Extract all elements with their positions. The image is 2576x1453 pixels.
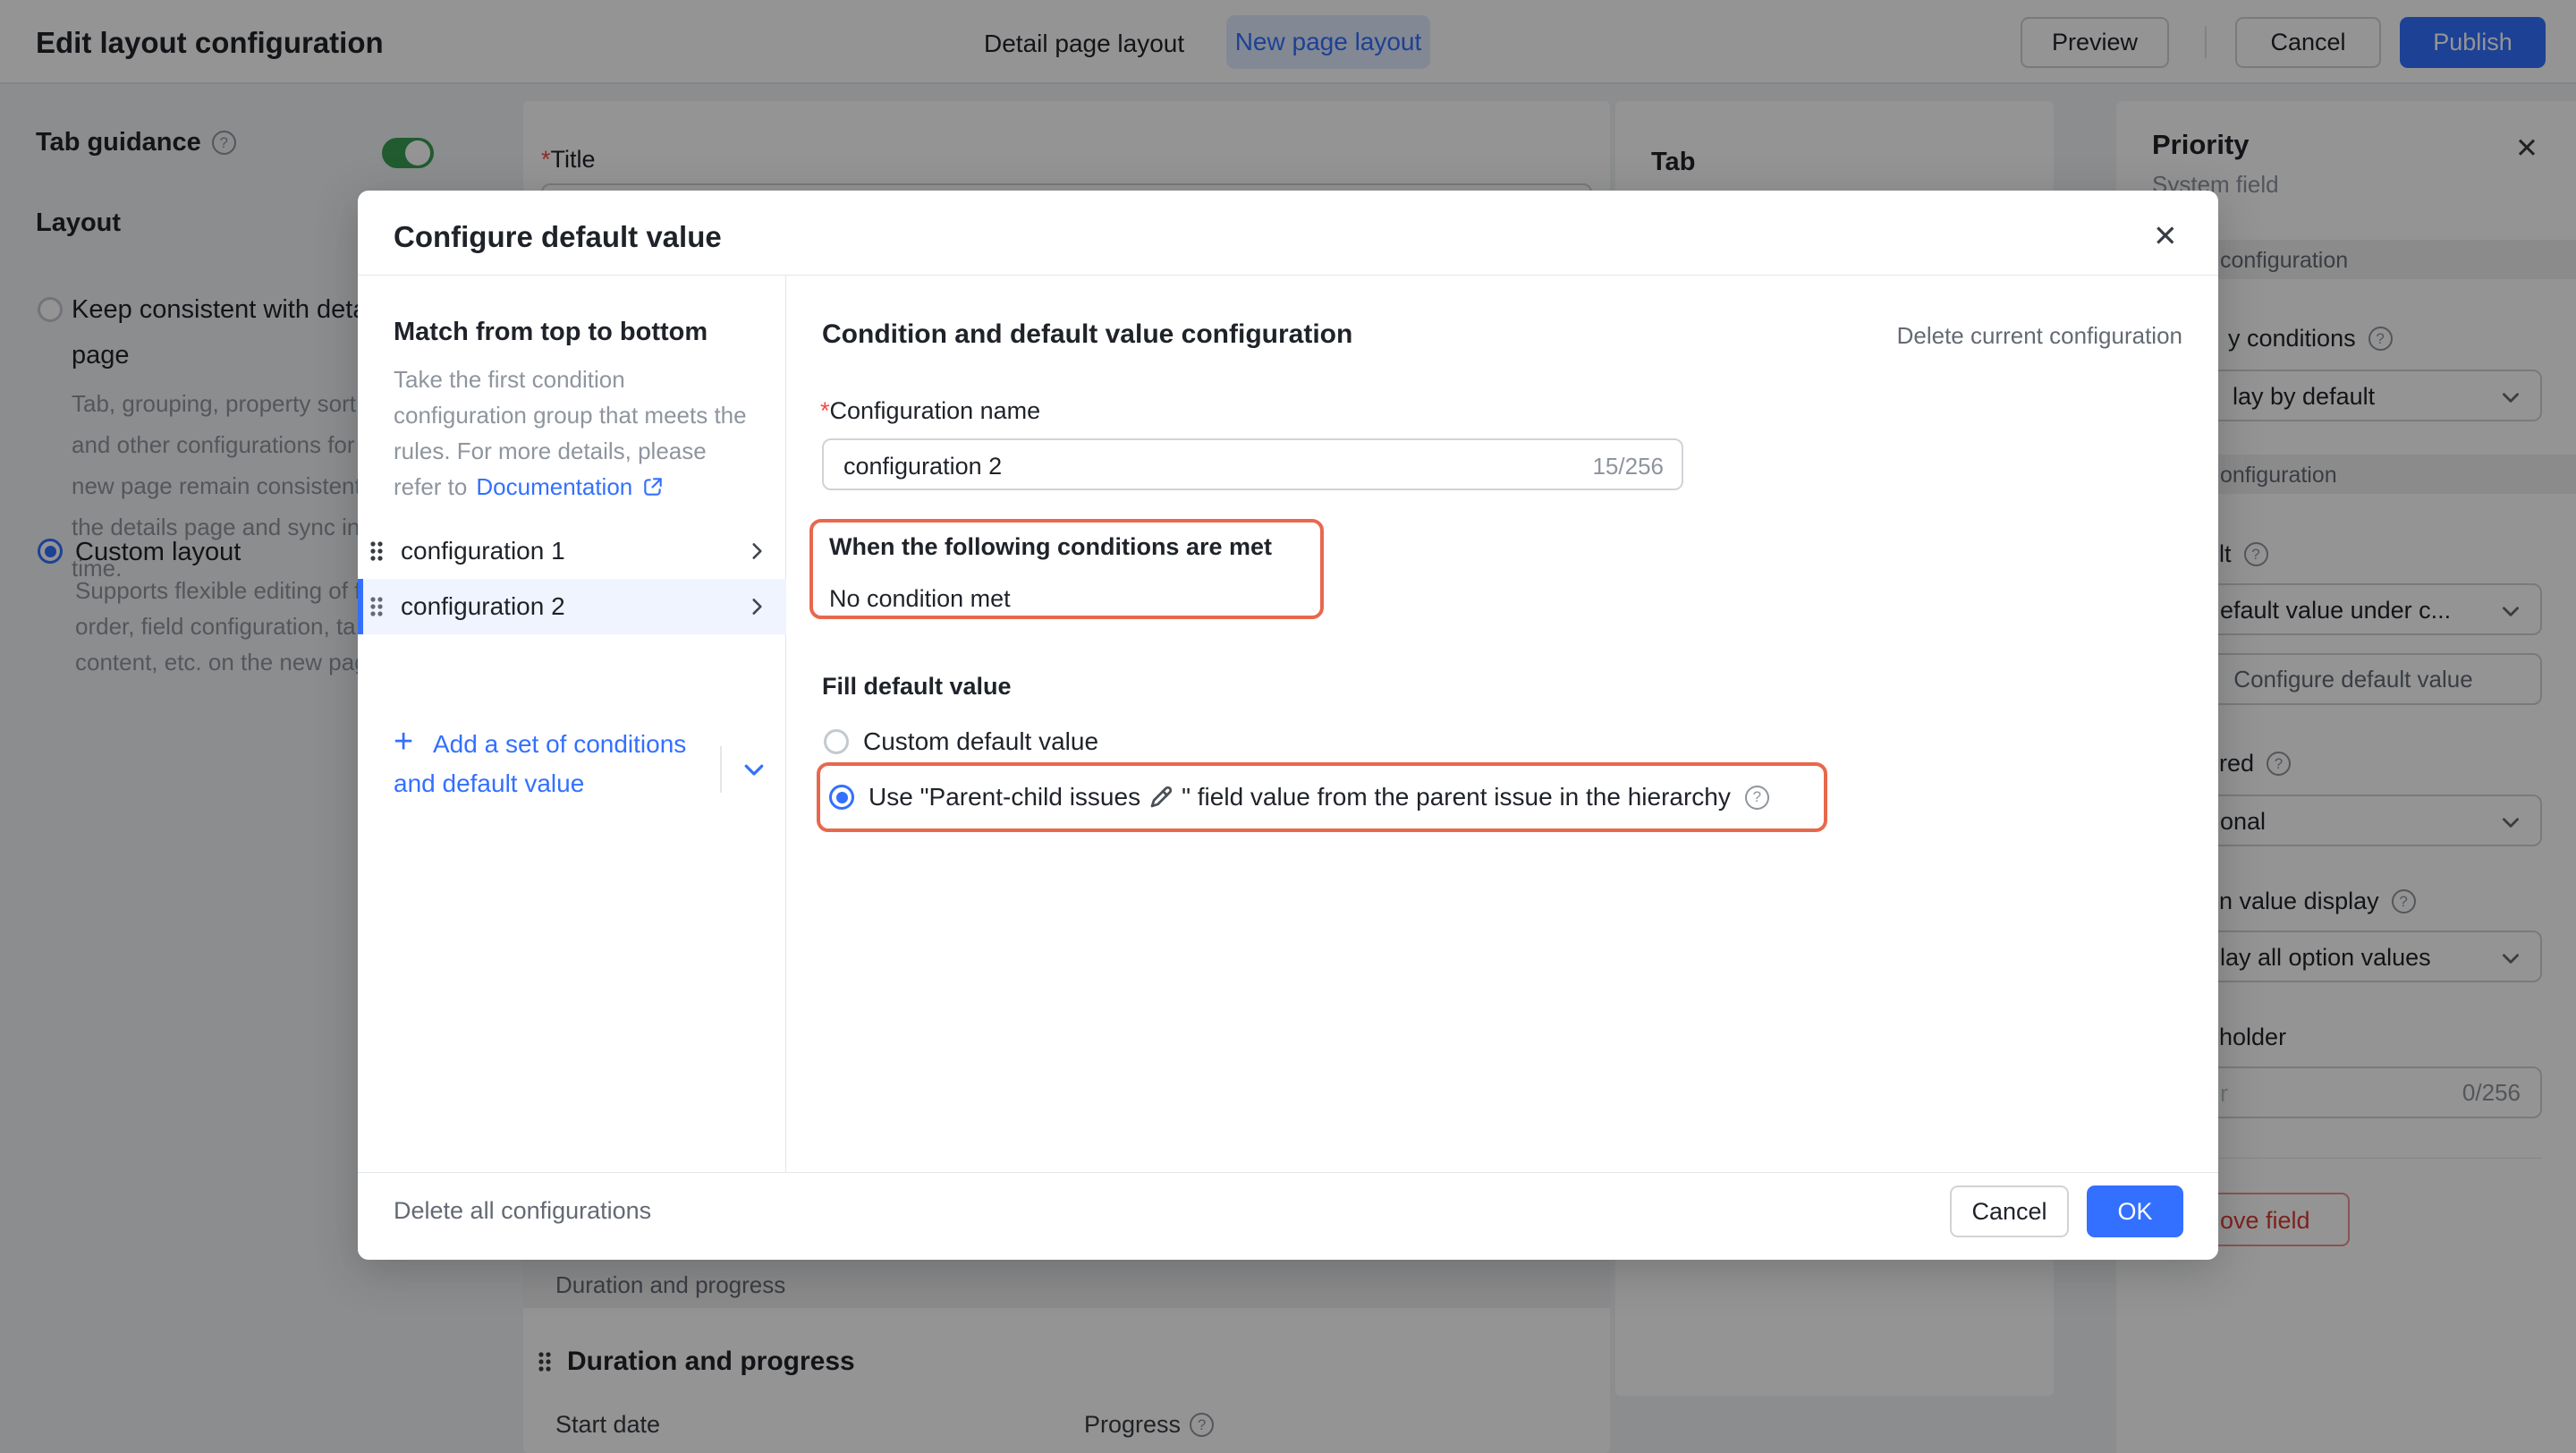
no-condition-met-text: No condition met	[829, 585, 1011, 612]
pencil-icon	[1150, 786, 1173, 808]
configuration-name-label-row: *Configuration name	[820, 397, 1040, 425]
chevron-right-icon	[752, 599, 762, 615]
add-conditions-line-2: and default value	[394, 769, 585, 797]
condition-met-heading: When the following conditions are met	[829, 533, 1273, 560]
modal-ok-button[interactable]: OK	[2087, 1185, 2183, 1237]
custom-default-value-label: Custom default value	[863, 727, 1099, 755]
custom-default-value-option[interactable]: Custom default value	[824, 727, 1098, 756]
drag-handle-icon[interactable]	[367, 538, 386, 565]
delete-all-configurations-link[interactable]: Delete all configurations	[394, 1197, 651, 1225]
match-order-heading: Match from top to bottom	[394, 318, 708, 346]
match-order-description: Take the first condition configuration g…	[394, 361, 747, 505]
add-conditions-line-1: Add a set of conditions	[433, 730, 687, 758]
chevron-right-icon	[752, 543, 762, 559]
configuration-name-label: Configuration name	[829, 397, 1041, 424]
app-window: Edit layout configuration Detail page la…	[0, 0, 2576, 1453]
external-link-icon	[644, 478, 663, 496]
parent-value-label: Use "Parent-child issues " field value f…	[869, 783, 1731, 811]
documentation-link[interactable]: Documentation	[476, 469, 632, 505]
collapse-chevron-icon[interactable]	[741, 756, 767, 783]
configuration-name-input[interactable]: configuration 2 15/256	[822, 438, 1683, 490]
configuration-2-row[interactable]: configuration 2	[358, 579, 786, 634]
configure-default-value-modal: Configure default value ✕ Match from top…	[358, 191, 2218, 1260]
parent-value-radio[interactable]	[829, 785, 854, 810]
configuration-1-label: configuration 1	[401, 537, 565, 565]
drag-handle-icon[interactable]	[367, 593, 386, 620]
delete-current-configuration-link[interactable]: Delete current configuration	[1897, 322, 2182, 350]
modal-ok-button-label: OK	[2117, 1197, 2153, 1225]
fill-default-value-label: Fill default value	[822, 673, 1012, 700]
parent-value-help-icon[interactable]: ?	[1744, 785, 1769, 810]
configuration-1-row[interactable]: configuration 1	[358, 523, 786, 579]
custom-default-value-radio[interactable]	[824, 729, 849, 754]
modal-left-panel: Match from top to bottom Take the first …	[358, 276, 786, 1172]
modal-cancel-button[interactable]: Cancel	[1950, 1185, 2069, 1237]
condition-config-heading: Condition and default value configuratio…	[822, 319, 1353, 349]
configuration-2-label: configuration 2	[401, 592, 565, 620]
parent-value-annotation-box: Use "Parent-child issues " field value f…	[817, 762, 1827, 832]
required-mark: *	[820, 397, 830, 424]
condition-annotation-box: When the following conditions are met No…	[809, 519, 1324, 619]
configuration-name-value: configuration 2	[843, 453, 1003, 480]
modal-title: Configure default value	[394, 220, 722, 253]
modal-close-icon[interactable]: ✕	[2153, 219, 2178, 253]
configuration-name-counter: 15/256	[1592, 453, 1664, 480]
plus-icon: +	[394, 723, 414, 760]
selected-indicator-bar	[358, 579, 363, 634]
modal-cancel-button-label: Cancel	[1971, 1197, 2047, 1225]
